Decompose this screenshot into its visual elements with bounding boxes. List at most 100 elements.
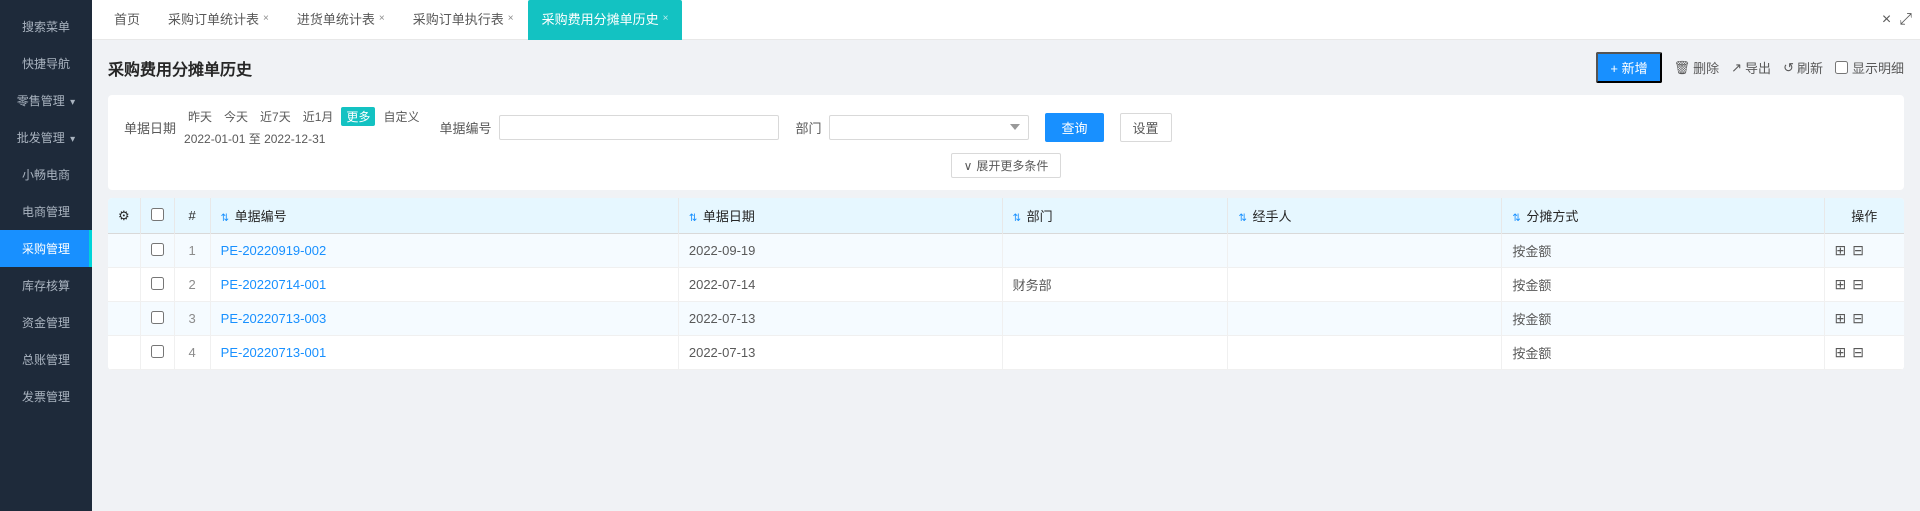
th-doc-date[interactable]: ⇅ 单据日期 (678, 198, 1002, 234)
sidebar-item-purchase[interactable]: 采购管理 (0, 230, 92, 267)
tab-inbound-stats[interactable]: 进货单统计表 × (283, 0, 399, 40)
expand-more-button[interactable]: ∨ 展开更多条件 (951, 153, 1062, 178)
doc-number-input[interactable] (499, 115, 779, 140)
dept-select[interactable]: 财务部 (829, 115, 1029, 140)
tab-close-icon[interactable]: × (508, 13, 514, 24)
tab-purchase-order-exec[interactable]: 采购订单执行表 × (399, 0, 528, 40)
sort-icon: ⇅ (1013, 213, 1021, 224)
doc-no-link[interactable]: PE-20220713-001 (221, 345, 327, 360)
sidebar-item-invoice[interactable]: 发票管理 (0, 378, 92, 415)
doc-no-link[interactable]: PE-20220919-002 (221, 243, 327, 258)
content-area: 采购费用分摊单历史 + 新增 🗑 删除 ↗ 导出 ↺ 刷新 显示明细 (92, 40, 1920, 511)
detail-icon[interactable]: ⊟ (1852, 310, 1864, 327)
delete-button[interactable]: 🗑 删除 (1674, 58, 1720, 77)
row-dept: 财务部 (1002, 268, 1228, 302)
th-check[interactable] (140, 198, 174, 234)
row-num: 4 (174, 336, 210, 370)
row-check[interactable] (140, 234, 174, 268)
sidebar-item-shortcuts[interactable]: 快捷导航 (0, 45, 92, 82)
query-button[interactable]: 查询 (1045, 113, 1103, 142)
edit-icon[interactable]: ⊞ (1835, 242, 1847, 259)
th-dept[interactable]: ⇅ 部门 (1002, 198, 1228, 234)
th-gear[interactable]: ⚙ (108, 198, 140, 234)
shortcut-yesterday[interactable]: 昨天 (184, 107, 216, 126)
th-handler[interactable]: ⇅ 经手人 (1228, 198, 1502, 234)
th-split-method[interactable]: ⇅ 分摊方式 (1502, 198, 1824, 234)
select-all-checkbox[interactable] (151, 208, 164, 221)
sidebar-item-finance[interactable]: 资金管理 (0, 304, 92, 341)
sidebar-item-ecommerce[interactable]: 电商管理 (0, 193, 92, 230)
row-checkbox[interactable] (151, 345, 164, 358)
row-doc-date: 2022-09-19 (678, 234, 1002, 268)
shortcut-today[interactable]: 今天 (220, 107, 252, 126)
edit-icon[interactable]: ⊞ (1835, 310, 1847, 327)
row-doc-no: PE-20220714-001 (210, 268, 678, 302)
doc-number-label: 单据编号 (439, 118, 491, 137)
edit-icon[interactable]: ⊞ (1835, 276, 1847, 293)
sidebar-item-wholesale[interactable]: 批发管理 ▾ (0, 119, 92, 156)
table-area: ⚙ # ⇅ 单据编号 ⇅ 单据日期 ⇅ 部门 (108, 198, 1904, 370)
row-ops: ⊞ ⊟ (1824, 234, 1904, 268)
tab-home[interactable]: 首页 (100, 0, 154, 40)
refresh-button[interactable]: ↺ 刷新 (1783, 58, 1823, 77)
page-header: 采购费用分摊单历史 + 新增 🗑 删除 ↗ 导出 ↺ 刷新 显示明细 (108, 52, 1904, 83)
shortcut-more[interactable]: 更多 (341, 107, 375, 126)
table-row: 4 PE-20220713-001 2022-07-13 按金额 ⊞ ⊟ (108, 336, 1904, 370)
sidebar-item-search[interactable]: 搜索菜单 (0, 8, 92, 45)
tab-label: 首页 (114, 9, 140, 28)
sidebar-item-ecommerce-mobile[interactable]: 小畅电商 (0, 156, 92, 193)
tab-purchase-cost-history[interactable]: 采购费用分摊单历史 × (528, 0, 683, 40)
sidebar-item-retail[interactable]: 零售管理 ▾ (0, 82, 92, 119)
tab-close-icon[interactable]: × (379, 13, 385, 24)
row-gear (108, 336, 140, 370)
detail-icon[interactable]: ⊟ (1852, 344, 1864, 361)
row-handler (1228, 336, 1502, 370)
page-title: 采购费用分摊单历史 (108, 56, 252, 80)
sidebar-item-label: 总账管理 (22, 353, 70, 367)
settings-button[interactable]: 设置 (1120, 113, 1172, 142)
tab-close-icon[interactable]: × (663, 13, 669, 24)
row-gear (108, 268, 140, 302)
tab-label: 进货单统计表 (297, 9, 375, 28)
th-ops: 操作 (1824, 198, 1904, 234)
edit-icon[interactable]: ⊞ (1835, 344, 1847, 361)
window-close-icon[interactable]: × (1882, 11, 1891, 29)
row-dept (1002, 234, 1228, 268)
tab-purchase-order-stats[interactable]: 采购订单统计表 × (154, 0, 283, 40)
sidebar-item-label: 电商管理 (22, 205, 70, 219)
sort-icon: ⇅ (221, 213, 229, 224)
doc-no-link[interactable]: PE-20220713-003 (221, 311, 327, 326)
row-checkbox[interactable] (151, 277, 164, 290)
th-doc-no[interactable]: ⇅ 单据编号 (210, 198, 678, 234)
tabs-controls: × ⤢ (1882, 11, 1912, 29)
sidebar-item-inventory[interactable]: 库存核算 (0, 267, 92, 304)
sidebar-item-label: 采购管理 (22, 242, 70, 256)
shortcut-custom[interactable]: 自定义 (379, 107, 423, 126)
show-detail-input[interactable] (1835, 61, 1848, 74)
table-row: 3 PE-20220713-003 2022-07-13 按金额 ⊞ ⊟ (108, 302, 1904, 336)
shortcut-7days[interactable]: 近7天 (256, 107, 295, 126)
row-check[interactable] (140, 268, 174, 302)
row-checkbox[interactable] (151, 311, 164, 324)
show-detail-checkbox[interactable]: 显示明细 (1835, 58, 1904, 77)
show-detail-label: 显示明细 (1852, 58, 1904, 77)
sidebar-item-ledger[interactable]: 总账管理 (0, 341, 92, 378)
detail-icon[interactable]: ⊟ (1852, 276, 1864, 293)
row-check[interactable] (140, 302, 174, 336)
shortcut-1month[interactable]: 近1月 (299, 107, 338, 126)
doc-no-link[interactable]: PE-20220714-001 (221, 277, 327, 292)
row-check[interactable] (140, 336, 174, 370)
detail-icon[interactable]: ⊟ (1852, 242, 1864, 259)
window-maximize-icon[interactable]: ⤢ (1899, 11, 1912, 29)
export-button[interactable]: ↗ 导出 (1731, 58, 1771, 77)
row-split-method: 按金额 (1502, 336, 1824, 370)
row-split-method: 按金额 (1502, 302, 1824, 336)
add-button[interactable]: + 新增 (1596, 52, 1661, 83)
sidebar-item-label: 快捷导航 (22, 57, 70, 71)
row-gear (108, 234, 140, 268)
expand-more-area: ∨ 展开更多条件 (124, 153, 1888, 178)
sort-icon: ⇅ (1238, 213, 1246, 224)
row-checkbox[interactable] (151, 243, 164, 256)
tab-close-icon[interactable]: × (263, 13, 269, 24)
dept-filter-group: 部门 财务部 (795, 115, 1029, 140)
